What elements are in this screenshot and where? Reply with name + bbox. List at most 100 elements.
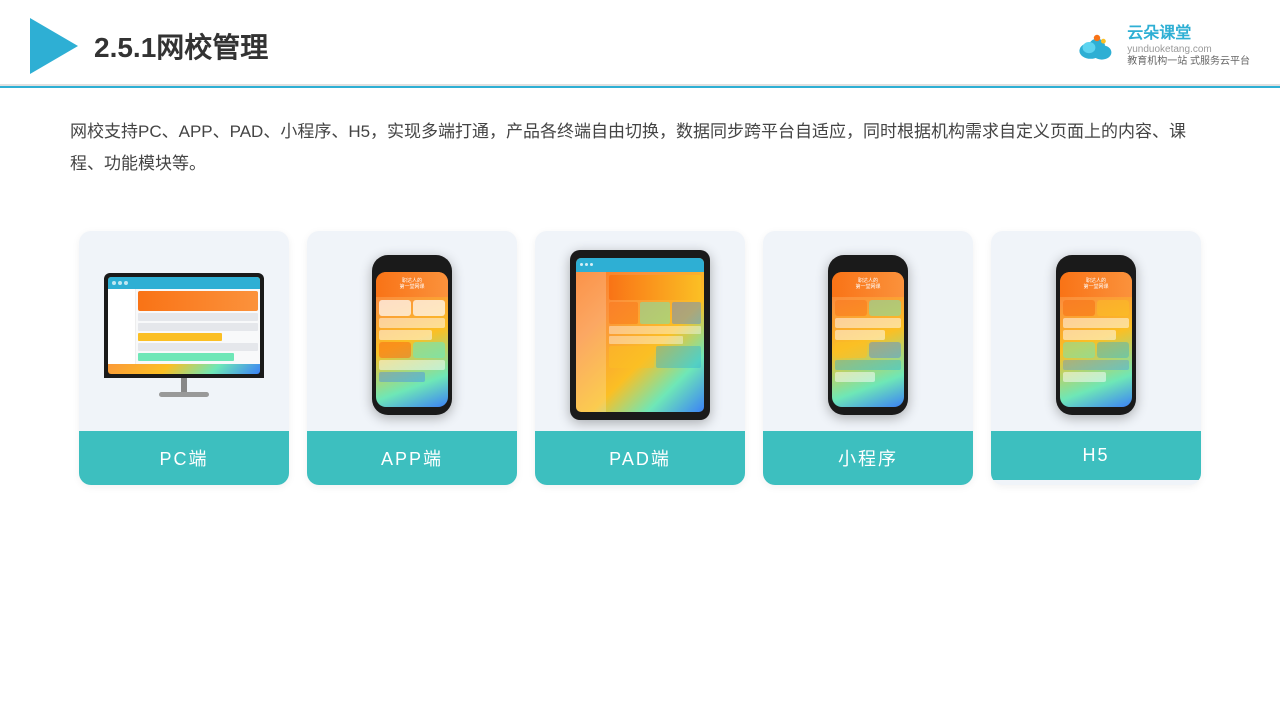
pc-main-inner <box>136 289 260 364</box>
tablet-body <box>576 272 704 412</box>
header-left: 2.5.1网校管理 <box>30 18 268 74</box>
tablet-grid-item <box>609 346 654 368</box>
pc-stand <box>181 378 187 392</box>
card-app: 职达人的第一堂网课 <box>307 231 517 485</box>
brand-url: yunduoketang.com <box>1127 44 1212 55</box>
phone-card-item <box>1063 342 1095 358</box>
phone-row <box>379 360 445 370</box>
pc-screen-inner <box>108 277 260 374</box>
phone-row <box>379 330 432 340</box>
phone-notch-miniapp <box>856 263 880 269</box>
phone-outer-h5: 职达人的第一堂网课 <box>1056 255 1136 415</box>
tablet-grid-item <box>609 302 638 324</box>
pc-dot <box>112 281 116 285</box>
phone-card-row <box>1063 342 1129 358</box>
phone-screen: 职达人的第一堂网课 <box>376 272 448 407</box>
phone-outer: 职达人的第一堂网课 <box>372 255 452 415</box>
phone-mockup-h5: 职达人的第一堂网课 <box>1056 255 1136 415</box>
phone-screen-body-miniapp <box>832 297 904 385</box>
phone-card-item <box>1097 342 1129 358</box>
pc-row <box>138 313 258 321</box>
phone-row <box>1063 372 1106 382</box>
phone-row <box>835 330 885 340</box>
cards-container: PC端 职达人的第一堂网课 <box>0 201 1280 515</box>
tablet-grid-item <box>640 302 669 324</box>
phone-row <box>1063 318 1129 328</box>
phone-card-item <box>835 300 867 316</box>
page-title: 2.5.1网校管理 <box>94 26 268 66</box>
pc-row <box>138 353 234 361</box>
phone-screen-h5: 职达人的第一堂网课 <box>1060 272 1132 407</box>
tablet-row <box>609 336 683 344</box>
pc-screen-outer <box>104 273 264 378</box>
card-pad: PAD端 <box>535 231 745 485</box>
pc-dot <box>118 281 122 285</box>
brand-text: 云朵课堂 yunduoketang.com 教育机构一站 式服务云平台 <box>1127 24 1250 67</box>
pc-dot <box>124 281 128 285</box>
phone-mockup-app: 职达人的第一堂网课 <box>372 255 452 415</box>
phone-card-item <box>1063 300 1095 316</box>
pc-row <box>138 343 258 351</box>
phone-screen-top-miniapp: 职达人的第一堂网课 <box>832 272 904 297</box>
phone-card-item <box>869 342 901 358</box>
card-image-pad <box>535 231 745 431</box>
pc-base <box>159 392 209 397</box>
phone-card-row <box>379 342 445 358</box>
card-miniapp: 职达人的第一堂网课 <box>763 231 973 485</box>
card-label-h5: H5 <box>991 431 1201 480</box>
card-image-h5: 职达人的第一堂网课 <box>991 231 1201 431</box>
brand-sub: 教育机构一站 式服务云平台 <box>1127 55 1250 68</box>
tablet-dot <box>590 263 593 266</box>
phone-row <box>1063 360 1129 370</box>
pc-row <box>138 333 222 341</box>
phone-notch <box>400 263 424 269</box>
phone-row <box>379 372 425 382</box>
phone-row <box>1063 330 1116 340</box>
card-label-miniapp: 小程序 <box>763 431 973 485</box>
tablet-grid-item <box>672 302 701 324</box>
logo-triangle-icon <box>30 18 78 74</box>
tablet-sidebar <box>576 272 606 412</box>
phone-notch-h5 <box>1084 263 1108 269</box>
phone-screen-body <box>376 297 448 385</box>
pc-topbar <box>108 277 260 289</box>
pc-body <box>108 289 260 364</box>
phone-card-item <box>413 300 445 316</box>
phone-row <box>835 372 875 382</box>
description-text: 网校支持PC、APP、PAD、小程序、H5，实现多端打通，产品各终端自由切换，数… <box>0 88 1280 191</box>
tablet-screen <box>576 258 704 412</box>
phone-row <box>835 318 901 328</box>
card-image-pc <box>79 231 289 431</box>
phone-row <box>379 318 445 328</box>
tablet-dot <box>580 263 583 266</box>
tablet-grid <box>609 346 701 368</box>
tablet-outer <box>570 250 710 420</box>
card-label-pad: PAD端 <box>535 431 745 485</box>
phone-card-row <box>379 300 445 316</box>
header: 2.5.1网校管理 云朵课堂 yunduoketang.com 教育机构一站 式… <box>0 0 1280 86</box>
pc-sidebar-inner <box>108 289 136 364</box>
header-right: 云朵课堂 yunduoketang.com 教育机构一站 式服务云平台 <box>1073 24 1250 67</box>
brand-logo: 云朵课堂 yunduoketang.com 教育机构一站 式服务云平台 <box>1073 24 1250 67</box>
phone-outer-miniapp: 职达人的第一堂网课 <box>828 255 908 415</box>
pc-row <box>138 323 258 331</box>
phone-screen-miniapp: 职达人的第一堂网课 <box>832 272 904 407</box>
tablet-grid <box>609 302 701 324</box>
card-image-app: 职达人的第一堂网课 <box>307 231 517 431</box>
tablet-mockup <box>570 250 710 420</box>
phone-screen-body-h5 <box>1060 297 1132 385</box>
phone-screen-top-h5: 职达人的第一堂网课 <box>1060 272 1132 297</box>
card-h5: 职达人的第一堂网课 <box>991 231 1201 485</box>
phone-card-row <box>835 342 901 358</box>
tablet-dot <box>585 263 588 266</box>
phone-card-item <box>413 342 445 358</box>
cloud-icon <box>1073 30 1121 62</box>
card-pc: PC端 <box>79 231 289 485</box>
phone-card-row <box>835 300 901 316</box>
tablet-grid-item <box>656 346 701 368</box>
card-image-miniapp: 职达人的第一堂网课 <box>763 231 973 431</box>
phone-card-row <box>1063 300 1129 316</box>
pc-banner <box>138 291 258 311</box>
pc-mockup <box>104 273 264 397</box>
tablet-topbar <box>576 258 704 272</box>
